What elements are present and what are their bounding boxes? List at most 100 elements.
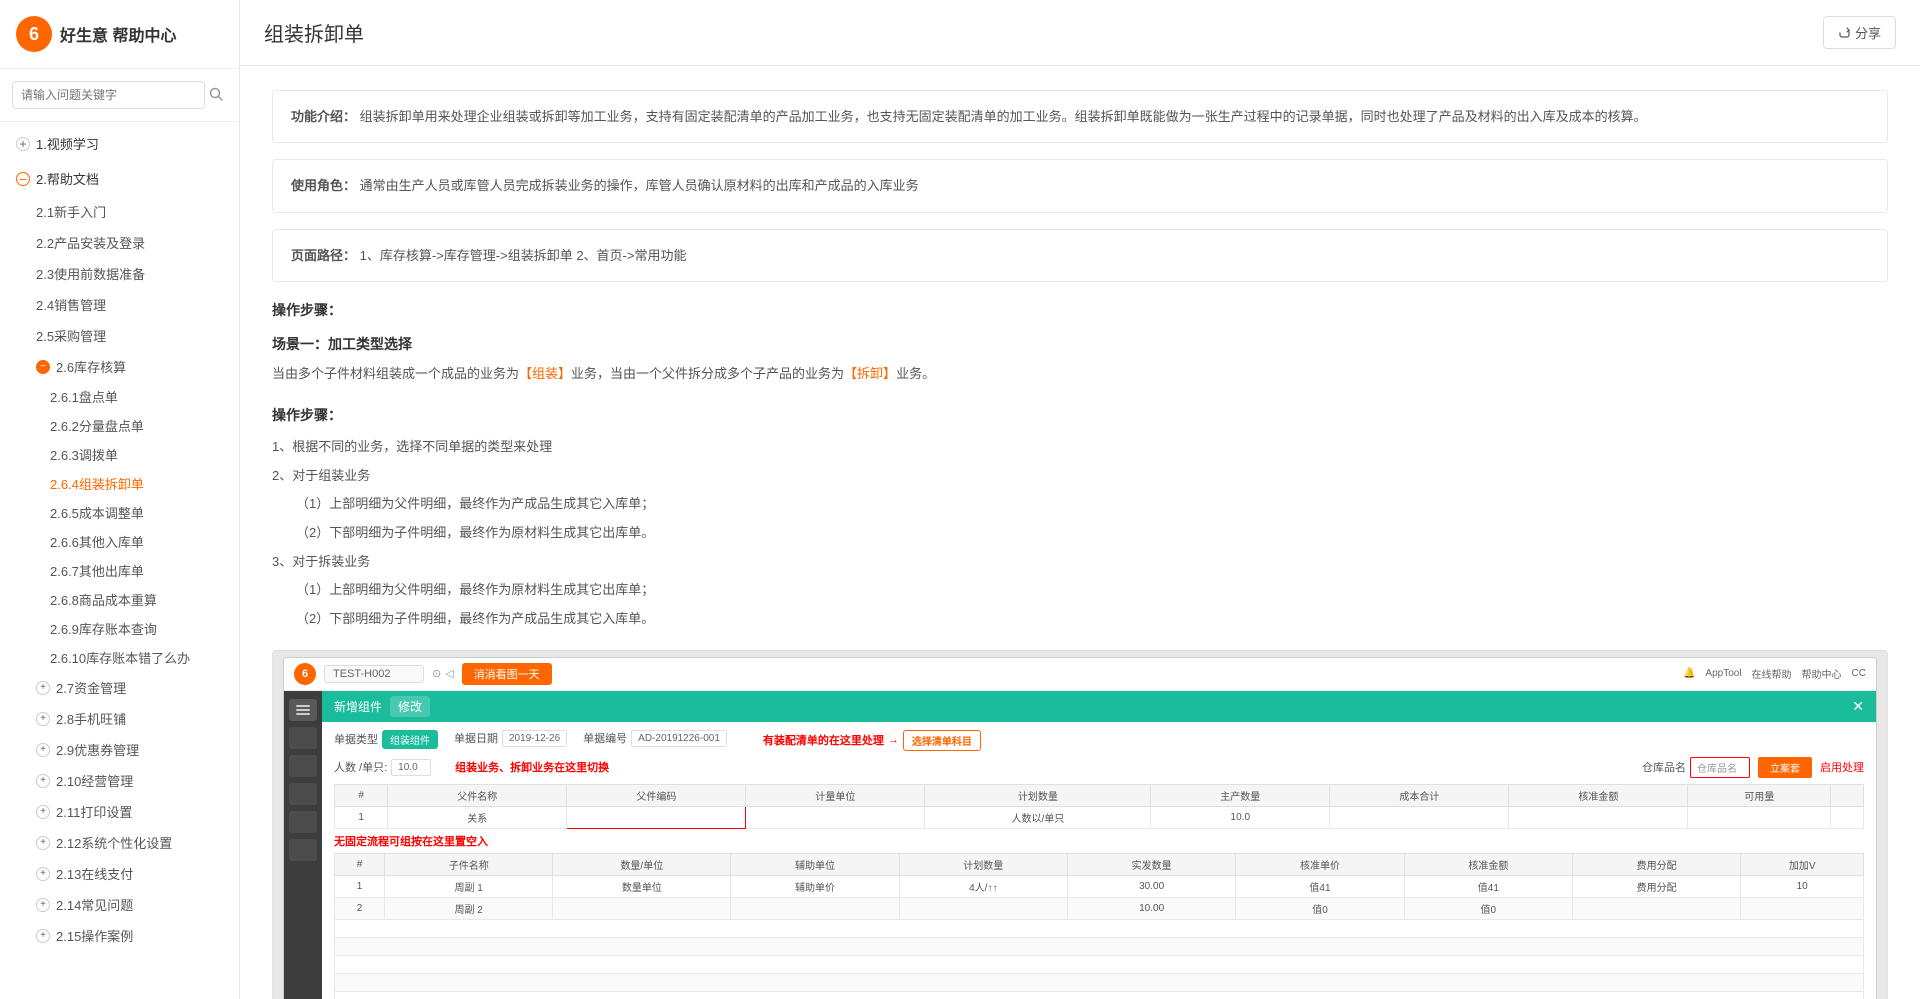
sim-child-th-2: 子件名称 [385,853,553,875]
sim-close-btn[interactable]: ✕ [1852,698,1864,715]
scenario1-desc: 当由多个子件材料组装成一个成品的业务为【组装】业务，当由一个父件拆分成多个子产品… [272,362,1888,387]
sim-child-table-container: # 子件名称 数量/单位 辅助单位 计划数量 实发数量 核准单价 [334,853,1864,999]
sim-body: 新增组件 修改 ✕ 单据类型 [284,691,1876,999]
intro-block: 功能介绍： 组装拆卸单用来处理企业组装或拆卸等加工业务，支持有固定装配清单的产品… [272,90,1888,143]
sidebar-item-mobile[interactable]: + 2.8手机旺铺 [0,703,239,734]
share-icon [1838,26,1851,39]
sim-nav-btn[interactable]: 消消看图一天 [462,663,552,685]
sim-child-row-2: 2 周副 2 10.00 值0 值0 [335,897,1864,919]
sim-parent-cell [746,806,925,828]
sidebar-item-goodscost[interactable]: 2.6.8商品成本重算 [0,585,239,614]
sidebar-item-data[interactable]: 2.3使用前数据准备 [0,258,239,289]
sidebar: 6 好生意 帮助中心 + 1.视频学习 − 2.帮助文档 2.1新手入门 2.2… [0,0,240,999]
sim-arrow1: → [888,734,899,746]
sim-nav-arrows: ⊙ ◁ [432,667,454,680]
personal-expand-icon: + [36,836,50,850]
sim-top-icons: 🔔 AppTool 在线帮助 帮助中心 CC [1683,666,1866,681]
payment-expand-icon: + [36,867,50,881]
page-header: 组装拆卸单 分享 [240,0,1920,66]
sim-child-cell [1573,897,1741,919]
sidebar-item-coupon[interactable]: + 2.9优惠券管理 [0,734,239,765]
share-button[interactable]: 分享 [1823,16,1896,49]
sim-child-th-10: 加加V [1741,853,1864,875]
sidebar-item-adjust[interactable]: 2.6.3调拨单 [0,440,239,469]
sidebar-item-video[interactable]: + 1.视频学习 [0,126,239,161]
sim-child-cell: 1 [335,875,385,897]
sidebar-item-ops-label: 2.10经营管理 [56,771,133,790]
assembly-step-2: （2）下部明细为子件明细，最终作为原材料生成其它出库单。 [296,521,1888,546]
sim-child-cell: 周副 1 [385,875,553,897]
search-input[interactable] [12,81,205,109]
sidebar-item-otherinbound[interactable]: 2.6.6其他入库单 [0,527,239,556]
sim-child-th-3: 数量/单位 [553,853,731,875]
sidebar-item-newbie[interactable]: 2.1新手入门 [0,196,239,227]
sidebar-item-sales[interactable]: 2.4销售管理 [0,289,239,320]
sim-qty-label: 人数 /单只: [334,759,387,775]
sidebar-item-print[interactable]: + 2.11打印设置 [0,796,239,827]
sim-parent-table-container: # 父件名称 父件编码 计量单位 计划数量 主产数量 成本合计 [334,784,1864,829]
faq-expand-icon: + [36,898,50,912]
sim-annotation1-area: 有装配清单的在这里处理 → 选择清单科目 [763,730,981,751]
sim-help-center: 帮助中心 [1802,666,1842,681]
sim-child-cell: 值0 [1236,897,1404,919]
sidebar-item-personal[interactable]: + 2.12系统个性化设置 [0,827,239,858]
sim-clearlist-btn[interactable]: 选择清单科目 [903,730,981,751]
sim-nav-icon-4 [289,783,317,805]
sidebar-item-stocktake[interactable]: 2.6.1盘点单 [0,382,239,411]
sim-tab-modify: 修改 [390,696,430,717]
sim-topbar: 6 TEST-H002 ⊙ ◁ 消消看图一天 🔔 AppTool 在线帮助 帮 [284,658,1876,691]
page-title: 组装拆卸单 [264,18,364,47]
sim-form-area: 单据类型 组装组件 单据日期 2019-12-26 单据编号 [322,722,1876,999]
sim-child-cell [553,897,731,919]
sim-parent-th-4: 计量单位 [746,784,925,806]
sim-save-btn[interactable]: 立案套 [1758,757,1812,778]
sim-parent-th-1: # [335,784,388,806]
sidebar-item-stockcheck[interactable]: 2.6.9库存账本查询 [0,614,239,643]
nav-section: + 1.视频学习 − 2.帮助文档 2.1新手入门 2.2产品安装及登录 2.3… [0,122,239,955]
sim-parent-cell [1831,806,1864,828]
sidebar-item-ops[interactable]: + 2.10经营管理 [0,765,239,796]
sidebar-item-install[interactable]: 2.2产品安装及登录 [0,227,239,258]
search-button[interactable] [205,83,227,108]
sim-content: 新增组件 修改 ✕ 单据类型 [322,691,1876,999]
sim-warehouse-input[interactable]: 仓库品名 [1690,757,1750,778]
sim-form-row2: 人数 /单只: 10.0 组装业务、拆卸业务在这里切换 仓库品名 仓库品名 [334,757,1864,778]
sidebar-item-otheroutbound[interactable]: 2.6.7其他出库单 [0,556,239,585]
disassembly-sub-list: （1）上部明细为父件明细，最终作为原材料生成其它出库单； （2）下部明细为子件明… [296,578,1888,631]
path-block: 页面路径： 1、库存核算->库存管理->组装拆卸单 2、首页->常用功能 [272,229,1888,282]
sidebar-item-cases-label: 2.15操作案例 [56,926,133,945]
sim-warehouse-field: 仓库品名 仓库品名 [1642,757,1750,778]
sim-parent-cell [1688,806,1831,828]
sim-help-online: 在线帮助 [1752,666,1792,681]
sidebar-item-cases[interactable]: + 2.15操作案例 [0,920,239,951]
sidebar-item-faq[interactable]: + 2.14常见问题 [0,889,239,920]
sim-no-value: AD-20191226-001 [631,730,727,747]
sidebar-item-purchase[interactable]: 2.5采购管理 [0,320,239,351]
sim-parent-cell-red [567,806,746,828]
path-label: 页面路径： [291,248,356,263]
sidebar-item-coupon-label: 2.9优惠券管理 [56,740,139,759]
sim-parent-th-5: 计划数量 [925,784,1151,806]
sidebar-item-inventory[interactable]: − 2.6库存核算 [0,351,239,382]
sidebar-item-costadj[interactable]: 2.6.5成本调整单 [0,498,239,527]
sim-dialog-tabs: 新增组件 修改 [334,696,430,717]
sidebar-item-capital[interactable]: + 2.7资金管理 [0,672,239,703]
nav-prefix-icon: + [16,137,30,151]
nav-prefix-icon: − [16,172,30,186]
sidebar-item-assembly[interactable]: 2.6.4组装拆卸单 [0,469,239,498]
sidebar-item-personal-label: 2.12系统个性化设置 [56,833,172,852]
sidebar-item-partial[interactable]: 2.6.2分量盘点单 [0,411,239,440]
sim-child-cell: 值0 [1404,897,1572,919]
sim-warehouse-label: 仓库品名 [1642,759,1686,775]
sidebar-item-wrongaccount[interactable]: 2.6.10库存账本错了么办 [0,643,239,672]
sim-parent-cell [1509,806,1688,828]
sim-annotation5: 无固定流程可组按在这里置空入 [334,833,1864,849]
sidebar-item-docs[interactable]: − 2.帮助文档 [0,161,239,196]
sim-right-controls: 仓库品名 仓库品名 立案套 启用处理 [1642,757,1864,778]
sim-parent-th-6: 主产数量 [1151,784,1330,806]
sim-type-label: 单据类型 [334,731,378,747]
sim-child-th-8: 核准金额 [1404,853,1572,875]
sim-alert-icon: 🔔 [1683,668,1695,679]
sidebar-item-payment[interactable]: + 2.13在线支付 [0,858,239,889]
sim-company: TEST-H002 [324,665,424,683]
